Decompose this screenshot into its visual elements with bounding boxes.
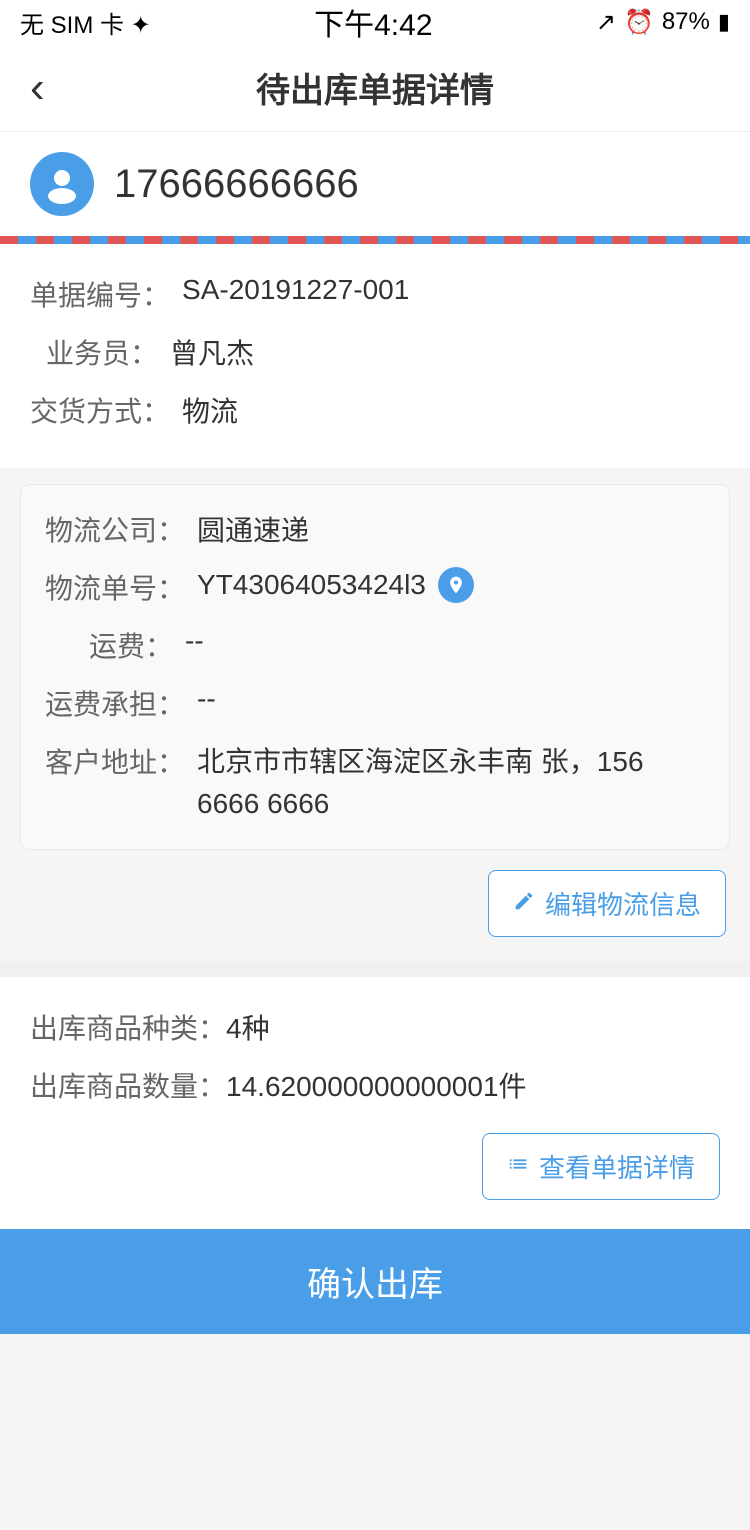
product-type-row: 出库商品种类： 4种 — [30, 1007, 720, 1047]
document-number-label: 单据编号： — [30, 274, 182, 314]
status-right: ↗ ⏰ 87% ▮ — [596, 8, 730, 37]
logistics-company-row: 物流公司： 圆通速递 — [45, 509, 705, 549]
document-number-row: 单据编号： SA-20191227-001 — [30, 274, 720, 314]
freight-value: -- — [185, 625, 705, 657]
section-divider — [0, 961, 750, 977]
confirm-btn-container: 确认出库 — [0, 1229, 750, 1334]
customer-phone: 17666666666 — [114, 162, 359, 207]
page-title: 待出库单据详情 — [256, 63, 494, 112]
nav-bar: ‹ 待出库单据详情 — [0, 44, 750, 132]
freight-label: 运费： — [45, 625, 185, 665]
tracking-label: 物流单号： — [45, 567, 197, 607]
map-pin-icon[interactable] — [438, 567, 474, 603]
tracking-value: YT43064053424l3 — [197, 567, 705, 603]
detail-button-row: 查看单据详情 — [30, 1123, 720, 1210]
delivery-method-row: 交货方式： 物流 — [30, 390, 720, 430]
product-section: 出库商品种类： 4种 出库商品数量： 14.620000000000001件 查… — [0, 977, 750, 1230]
tracking-number-text: YT43064053424l3 — [197, 569, 426, 601]
confirm-outbound-button[interactable]: 确认出库 — [307, 1257, 443, 1306]
address-row: 客户地址： 北京市市辖区海淀区永丰南 张，156 6666 6666 — [45, 741, 705, 825]
freight-bearer-value: -- — [197, 683, 705, 715]
no-sim-text: 无 SIM 卡 ✦ — [20, 5, 151, 40]
sales-person-value: 曾凡杰 — [170, 332, 720, 372]
list-icon — [507, 1151, 529, 1182]
logistics-company-label: 物流公司： — [45, 509, 197, 549]
edit-icon — [513, 888, 535, 919]
address-label: 客户地址： — [45, 741, 197, 781]
basic-info-section: 单据编号： SA-20191227-001 业务员： 曾凡杰 交货方式： 物流 — [0, 244, 750, 468]
status-bar: 无 SIM 卡 ✦ 下午4:42 ↗ ⏰ 87% ▮ — [0, 0, 750, 44]
freight-bearer-row: 运费承担： -- — [45, 683, 705, 723]
edit-logistics-label: 编辑物流信息 — [545, 885, 701, 922]
tracking-number-row: 物流单号： YT43064053424l3 — [45, 567, 705, 607]
product-type-label: 出库商品种类： — [30, 1007, 226, 1047]
avatar — [30, 152, 94, 216]
battery-icon: ▮ — [718, 9, 730, 35]
product-quantity-value: 14.620000000000001件 — [226, 1065, 527, 1105]
header-card: 17666666666 — [0, 132, 750, 236]
edit-logistics-button[interactable]: 编辑物流信息 — [488, 870, 726, 937]
back-button[interactable]: ‹ — [30, 63, 45, 113]
status-left: 无 SIM 卡 ✦ — [20, 5, 151, 40]
edit-button-row: 编辑物流信息 — [0, 870, 750, 961]
status-time: 下午4:42 — [314, 0, 432, 44]
logistics-card: 物流公司： 圆通速递 物流单号： YT43064053424l3 运费： -- … — [20, 484, 730, 850]
freight-bearer-label: 运费承担： — [45, 683, 197, 723]
product-type-value: 4种 — [226, 1007, 270, 1047]
delivery-method-label: 交货方式： — [30, 390, 182, 430]
alarm-icon: ⏰ — [624, 8, 654, 37]
location-status-icon: ↗ — [596, 8, 616, 37]
document-number-value: SA-20191227-001 — [182, 274, 720, 306]
address-value: 北京市市辖区海淀区永丰南 张，156 6666 6666 — [197, 741, 705, 825]
logistics-company-value: 圆通速递 — [197, 509, 705, 549]
sales-person-label: 业务员： — [30, 332, 170, 372]
sales-person-row: 业务员： 曾凡杰 — [30, 332, 720, 372]
product-quantity-row: 出库商品数量： 14.620000000000001件 — [30, 1065, 720, 1105]
view-detail-button[interactable]: 查看单据详情 — [482, 1133, 720, 1200]
product-quantity-label: 出库商品数量： — [30, 1065, 226, 1105]
delivery-method-value: 物流 — [182, 390, 720, 430]
freight-row: 运费： -- — [45, 625, 705, 665]
battery-text: 87% — [662, 8, 710, 36]
dashed-divider — [0, 236, 750, 244]
view-detail-label: 查看单据详情 — [539, 1148, 695, 1185]
